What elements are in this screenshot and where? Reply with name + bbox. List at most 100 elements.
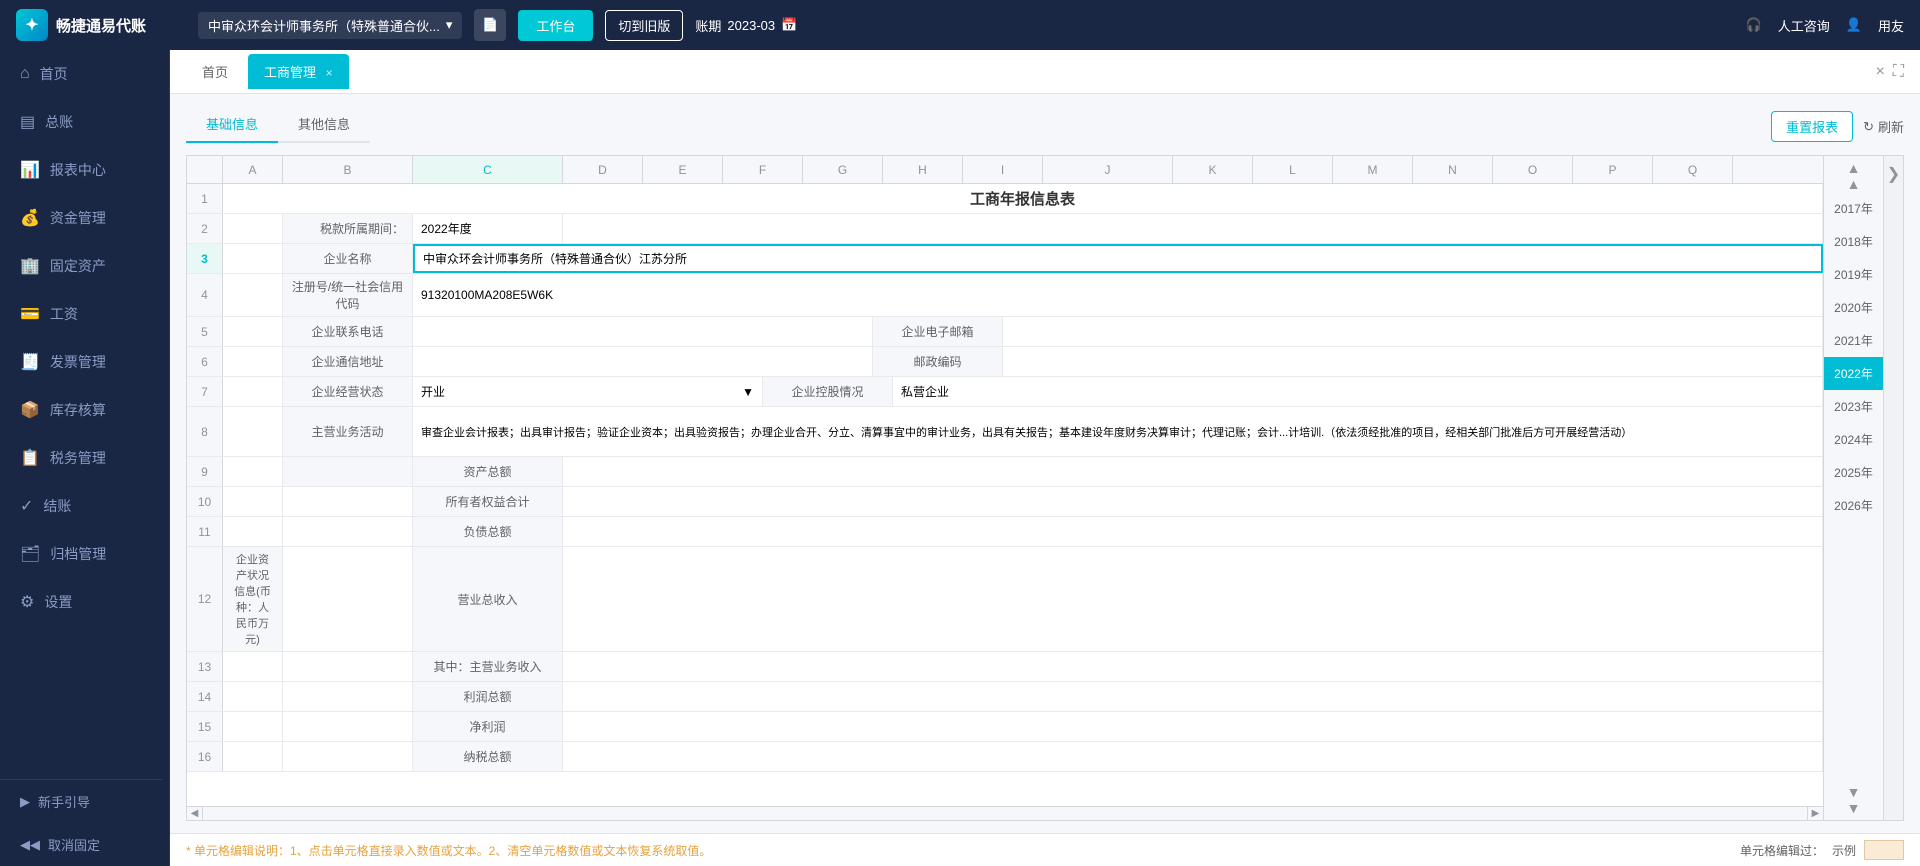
table-row: 1 工商年报信息表	[187, 184, 1823, 214]
close-window-button[interactable]: ×	[1875, 63, 1884, 81]
tab-home[interactable]: 首页	[186, 54, 244, 89]
calendar-icon[interactable]: 📅	[781, 17, 797, 33]
sidebar-item-payroll[interactable]: 💳 工资	[0, 290, 170, 338]
tab-close-icon[interactable]: ×	[326, 66, 333, 80]
cell-3-c-company[interactable]: 中审众环会计师事务所（特殊普通合伙）江苏分所	[413, 244, 1823, 273]
year-item-2025[interactable]: 2025年	[1824, 456, 1883, 489]
year-up2-button[interactable]: ▲	[1847, 176, 1861, 192]
refresh-button[interactable]: ↻ 刷新	[1863, 117, 1904, 136]
cell-6-c[interactable]	[413, 347, 873, 376]
sidebar-item-invoice[interactable]: 🧾 发票管理	[0, 338, 170, 386]
company-selector[interactable]: 中审众环会计师事务所（特殊普通合伙... ▾	[198, 12, 462, 39]
year-item-2020[interactable]: 2020年	[1824, 291, 1883, 324]
table-row: 16 纳税总额	[187, 742, 1823, 772]
cell-15-d[interactable]	[563, 712, 1823, 741]
switch-old-button[interactable]: 切到旧版	[605, 10, 683, 41]
sidebar-item-archive[interactable]: 🗂 归档管理	[0, 530, 170, 578]
horizontal-scrollbar[interactable]: ◀ ▶	[187, 806, 1823, 820]
sidebar-item-unpin[interactable]: ◀◀ 取消固定	[0, 823, 170, 866]
example-label: 示例	[1832, 842, 1856, 859]
sidebar-label-archive: 归档管理	[50, 544, 106, 564]
sidebar-item-ledger[interactable]: ▤ 总账	[0, 98, 170, 146]
collapse-right-button[interactable]: ❯	[1883, 160, 1904, 188]
sidebar-item-inventory[interactable]: 📦 库存核算	[0, 386, 170, 434]
table-row: 10 所有者权益合计	[187, 487, 1823, 517]
cell-16-d[interactable]	[563, 742, 1823, 771]
year-nav-bottom: ▼ ▼	[1824, 784, 1883, 816]
year-item-2023[interactable]: 2023年	[1824, 390, 1883, 423]
col-header-k: K	[1173, 156, 1253, 183]
inner-content: 基础信息 其他信息 重置报表 ↻ 刷新	[170, 94, 1920, 833]
cell-13-d[interactable]	[563, 652, 1823, 681]
col-header-a: A	[223, 156, 283, 183]
period-display: 账期 2023-03 📅	[695, 16, 797, 35]
document-icon[interactable]: 📄	[474, 9, 506, 41]
sidebar-bottom: ▶ 新手引导 ◀◀ 取消固定	[0, 779, 170, 866]
support-label[interactable]: 人工咨询	[1778, 16, 1830, 35]
row-num-7: 7	[187, 377, 223, 406]
row-num-13: 13	[187, 652, 223, 681]
scroll-left-button[interactable]: ◀	[187, 807, 203, 820]
year-item-2026[interactable]: 2026年	[1824, 489, 1883, 522]
cell-9-a	[223, 457, 283, 486]
sidebar-item-reports[interactable]: 📊 报表中心	[0, 146, 170, 194]
reset-report-button[interactable]: 重置报表	[1771, 111, 1853, 142]
cell-9-d[interactable]	[563, 457, 1823, 486]
cell-5-k[interactable]	[1003, 317, 1823, 346]
home-icon: ⌂	[20, 65, 30, 83]
scroll-track[interactable]	[203, 807, 1807, 820]
cell-2-c[interactable]: 2022年度	[413, 214, 563, 243]
col-header-i: I	[963, 156, 1043, 183]
year-item-2017[interactable]: 2017年	[1824, 192, 1883, 225]
row-num-12: 12	[187, 547, 223, 651]
cell-11-c-label: 负债总额	[413, 517, 563, 546]
cell-12-d[interactable]	[563, 547, 1823, 651]
sidebar-item-closing[interactable]: ✓ 结账	[0, 482, 170, 530]
year-down-button[interactable]: ▼	[1847, 784, 1861, 800]
tab-commerce[interactable]: 工商管理 ×	[248, 54, 349, 89]
spreadsheet-container: A B C D E F G H I J K L M	[186, 155, 1904, 821]
col-header-o: O	[1493, 156, 1573, 183]
year-item-2024[interactable]: 2024年	[1824, 423, 1883, 456]
cell-14-d[interactable]	[563, 682, 1823, 711]
status-hint: * 单元格编辑说明：1、点击单元格直接录入数值或文本。2、清空单元格数值或文本恢…	[186, 842, 711, 859]
cell-6-k[interactable]	[1003, 347, 1823, 376]
year-item-2019[interactable]: 2019年	[1824, 258, 1883, 291]
sidebar-item-assets[interactable]: 🏢 固定资产	[0, 242, 170, 290]
cell-13-a	[223, 652, 283, 681]
sub-tab-other[interactable]: 其他信息	[278, 106, 370, 143]
cell-10-d[interactable]	[563, 487, 1823, 516]
cell-8-a	[223, 407, 283, 456]
sidebar-item-settings[interactable]: ⚙ 设置	[0, 578, 170, 626]
cell-5-c[interactable]	[413, 317, 873, 346]
expand-window-button[interactable]: ⛶	[1893, 63, 1904, 81]
cell-7-c[interactable]: 开业 ▼	[413, 377, 763, 406]
cell-title[interactable]: 工商年报信息表	[223, 184, 1823, 213]
cell-11-d[interactable]	[563, 517, 1823, 546]
col-header-d: D	[563, 156, 643, 183]
year-item-2021[interactable]: 2021年	[1824, 324, 1883, 357]
sidebar-item-funds[interactable]: 💰 资金管理	[0, 194, 170, 242]
logo-icon: ✦	[16, 9, 48, 41]
sidebar-label-invoice: 发票管理	[50, 352, 106, 372]
cell-8-c[interactable]: 审查企业会计报表；出具审计报告；验证企业资本；出具验资报告；办理企业合开、分立、…	[413, 407, 1823, 456]
col-header-e: E	[643, 156, 723, 183]
cell-7-k[interactable]: 私营企业	[893, 377, 1823, 406]
scroll-right-button[interactable]: ▶	[1807, 807, 1823, 820]
sub-tab-basic[interactable]: 基础信息	[186, 106, 278, 143]
year-up-button[interactable]: ▲	[1847, 160, 1861, 176]
year-item-2018[interactable]: 2018年	[1824, 225, 1883, 258]
year-item-2022[interactable]: 2022年	[1824, 357, 1883, 390]
workbench-button[interactable]: 工作台	[518, 10, 593, 41]
sidebar-item-tax[interactable]: 📋 税务管理	[0, 434, 170, 482]
col-header-h: H	[883, 156, 963, 183]
cell-11-b	[283, 517, 413, 546]
sheet-body[interactable]: 1 工商年报信息表 2 税款所属期间： 2022年度	[187, 184, 1823, 806]
cell-4-c[interactable]: 91320100MA208E5W6K	[413, 274, 1823, 316]
company-name: 中审众环会计师事务所（特殊普通合伙...	[208, 16, 440, 35]
dropdown-arrow-icon[interactable]: ▼	[742, 385, 754, 399]
cell-5-j: 企业电子邮箱	[873, 317, 1003, 346]
sidebar-item-guide[interactable]: ▶ 新手引导	[0, 780, 170, 823]
year-down2-button[interactable]: ▼	[1847, 800, 1861, 816]
sidebar-item-home[interactable]: ⌂ 首页	[0, 50, 170, 98]
